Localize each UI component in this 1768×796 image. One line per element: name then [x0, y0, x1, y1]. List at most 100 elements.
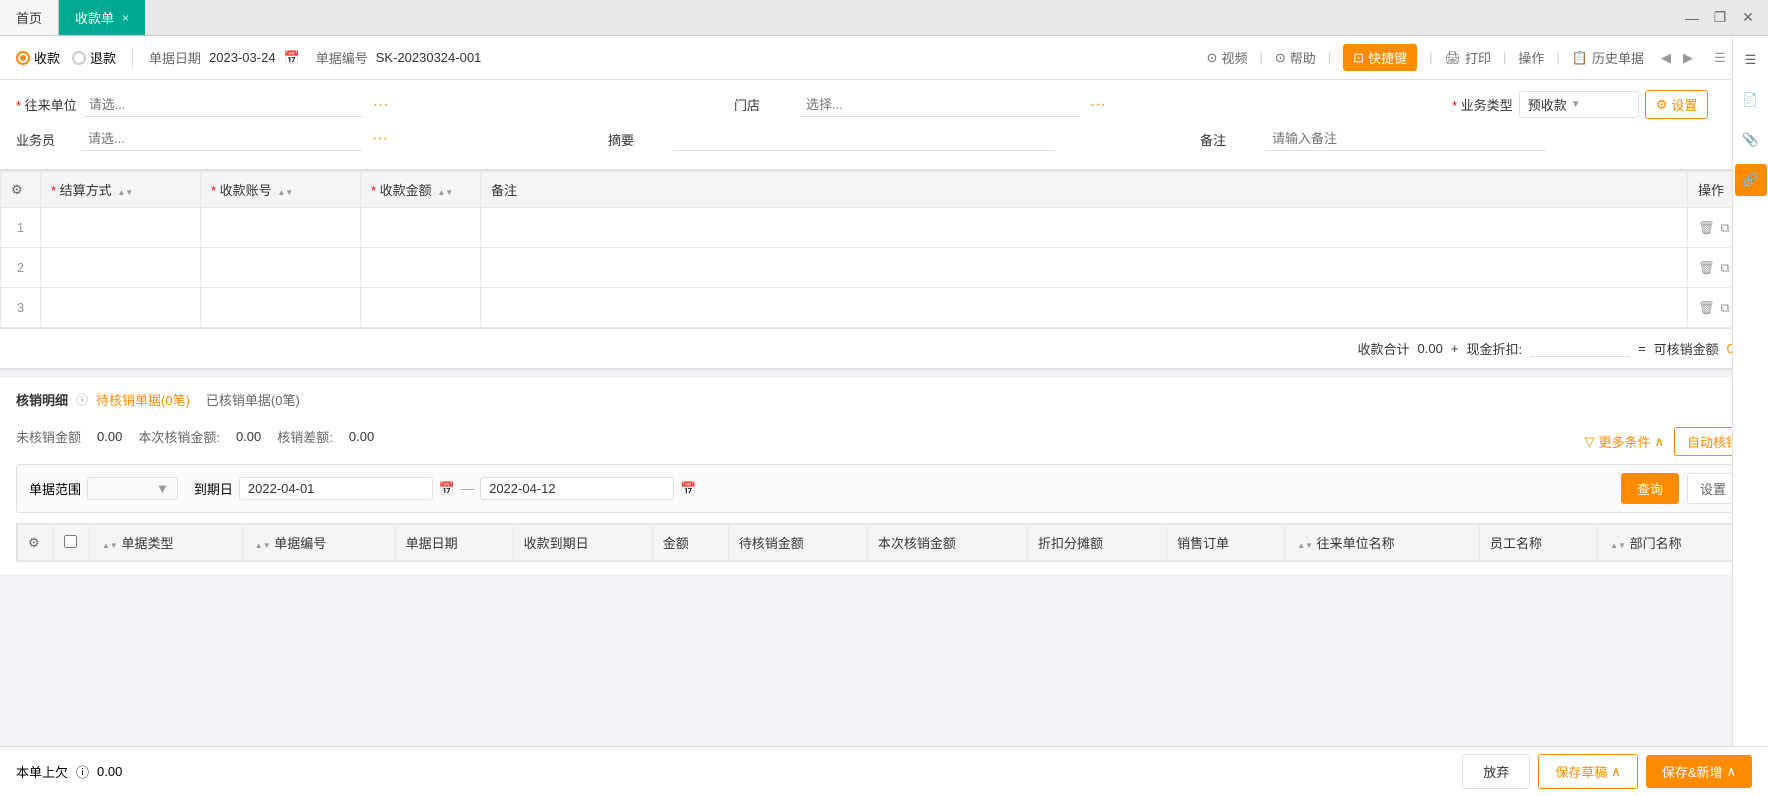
- bottom-table-container: ⚙ ▲▼ 单据类型 ▲▼ 单据编号 单据日期: [16, 523, 1752, 562]
- row-1-remark[interactable]: [481, 208, 1688, 248]
- row-3-amount[interactable]: [361, 288, 481, 328]
- more-conditions-btn[interactable]: ▽ 更多条件 ∧: [1584, 432, 1664, 451]
- biz-type-field: 业务类型 预收款 ▼ ⚙ 设置: [1452, 90, 1752, 119]
- row-1-copy-icon[interactable]: ⧉: [1721, 220, 1730, 236]
- save-new-button[interactable]: 保存&新增 ∧: [1646, 755, 1752, 788]
- bt-settings-icon[interactable]: ⚙: [28, 535, 40, 550]
- bt-col-dept: ▲▼ 部门名称: [1598, 525, 1751, 561]
- select-all-checkbox[interactable]: [64, 535, 77, 548]
- video-btn[interactable]: ⊙ 视频: [1207, 48, 1248, 67]
- verification-info-row: 未核销金额 0.00 本次核销金额: 0.00 核销差额: 0.00: [16, 427, 374, 446]
- row-3-delete-icon[interactable]: 🗑: [1698, 300, 1715, 316]
- store-more-btn[interactable]: ···: [1086, 96, 1110, 114]
- bt-col-checkbox[interactable]: [54, 525, 90, 561]
- range-select[interactable]: ▼: [87, 477, 178, 500]
- table-row: 1 🗑 ⧉: [1, 208, 1768, 248]
- sort-account-icon[interactable]: ▲▼: [277, 189, 293, 197]
- biz-type-select[interactable]: 预收款 ▼: [1519, 91, 1639, 118]
- radio-receipt[interactable]: 收款: [16, 48, 60, 67]
- doc-no-value: SK-20230324-001: [376, 50, 482, 65]
- sort-cp-icon[interactable]: ▲▼: [1297, 542, 1313, 550]
- row-3-copy-icon[interactable]: ⧉: [1721, 300, 1730, 316]
- biz-settings-btn[interactable]: ⚙ 设置: [1645, 90, 1709, 119]
- doc-date-value[interactable]: 2023-03-24: [209, 50, 276, 65]
- salesperson-more-btn[interactable]: ···: [368, 130, 392, 148]
- close-button[interactable]: ✕: [1736, 6, 1760, 30]
- restore-button[interactable]: ❐: [1708, 6, 1732, 30]
- save-draft-button[interactable]: 保存草稿 ∧: [1538, 754, 1638, 789]
- tab-bar: 首页 收款单 × — ❐ ✕: [0, 0, 1768, 36]
- bt-col-settings[interactable]: ⚙: [18, 525, 54, 561]
- discount-input[interactable]: [1530, 341, 1630, 357]
- row-2-copy-icon[interactable]: ⧉: [1721, 260, 1730, 276]
- shortcuts-btn[interactable]: ⊡ 快捷键: [1343, 44, 1417, 71]
- tab-home[interactable]: 首页: [0, 0, 59, 35]
- bt-col-due-date: 收款到期日: [513, 525, 652, 561]
- sidebar-link-icon[interactable]: 🔗: [1735, 164, 1767, 196]
- doc-no-label: 单据编号: [316, 48, 368, 67]
- row-2-amount[interactable]: [361, 248, 481, 288]
- history-icon: 📋: [1572, 50, 1588, 66]
- tab-close-icon[interactable]: ×: [122, 11, 129, 25]
- abandon-button[interactable]: 放弃: [1462, 754, 1530, 789]
- due-date-to[interactable]: [480, 477, 674, 500]
- history-btn[interactable]: 📋 历史单据: [1572, 48, 1644, 67]
- cal-from-icon[interactable]: 📅: [439, 481, 455, 497]
- sidebar-table-icon[interactable]: ☰: [1735, 44, 1767, 76]
- bt-col-doc-type: ▲▼ 单据类型: [90, 525, 243, 561]
- query-btn[interactable]: 查询: [1621, 473, 1679, 504]
- summary-input[interactable]: [674, 127, 1054, 151]
- running-total-info-icon[interactable]: ⓘ: [76, 762, 89, 781]
- sort-settlement-icon[interactable]: ▲▼: [117, 189, 133, 197]
- shortcuts-label: 快捷键: [1368, 48, 1407, 67]
- sort-dept-icon[interactable]: ▲▼: [1610, 542, 1626, 550]
- sidebar-attach-icon[interactable]: 📎: [1735, 124, 1767, 156]
- cal-to-icon[interactable]: 📅: [680, 481, 696, 497]
- tab-receipt[interactable]: 收款单 ×: [59, 0, 145, 35]
- remark-input[interactable]: [1266, 127, 1546, 151]
- sort-amount-icon[interactable]: ▲▼: [437, 189, 453, 197]
- range-field: 单据范围 ▼: [29, 477, 178, 500]
- table-settings-icon[interactable]: ⚙: [11, 182, 23, 197]
- video-label: 视频: [1221, 48, 1247, 67]
- counterparty-more-btn[interactable]: ···: [369, 96, 393, 114]
- row-2-settlement[interactable]: [41, 248, 201, 288]
- help-btn[interactable]: ⊙ 帮助: [1275, 48, 1316, 67]
- radio-refund[interactable]: 退款: [72, 48, 116, 67]
- counterparty-input[interactable]: [83, 93, 363, 117]
- row-2-remark[interactable]: [481, 248, 1688, 288]
- total-label: 收款合计: [1358, 339, 1410, 358]
- list-view-btn[interactable]: ☰: [1710, 48, 1730, 68]
- col-settings[interactable]: ⚙: [1, 172, 41, 208]
- row-1-account[interactable]: [201, 208, 361, 248]
- range-arrow-icon: ▼: [156, 481, 169, 496]
- minimize-button[interactable]: —: [1680, 6, 1704, 30]
- due-date-from[interactable]: [239, 477, 433, 500]
- salesperson-input[interactable]: [82, 127, 362, 151]
- nav-prev[interactable]: ◀: [1656, 48, 1676, 68]
- row-3-account[interactable]: [201, 288, 361, 328]
- tab-done[interactable]: 已核销单据(0笔): [206, 390, 300, 409]
- col-settlement: 结算方式 ▲▼: [41, 172, 201, 208]
- row-2-delete-icon[interactable]: 🗑: [1698, 260, 1715, 276]
- nav-next[interactable]: ▶: [1678, 48, 1698, 68]
- current-label: 本次核销金额:: [138, 427, 220, 446]
- row-2-account[interactable]: [201, 248, 361, 288]
- store-input[interactable]: [800, 93, 1080, 117]
- row-1-delete-icon[interactable]: 🗑: [1698, 220, 1715, 236]
- sidebar-doc-icon[interactable]: 📄: [1735, 84, 1767, 116]
- row-1-settlement[interactable]: [41, 208, 201, 248]
- receipt-table-container: ⚙ 结算方式 ▲▼ 收款账号 ▲▼ 收款金额 ▲▼ 备注: [0, 170, 1768, 329]
- tab-pending[interactable]: 待核销单据(0笔): [96, 390, 190, 409]
- window-controls: — ❐ ✕: [1680, 6, 1768, 30]
- row-3-settlement[interactable]: [41, 288, 201, 328]
- print-btn[interactable]: 🖨 打印: [1444, 48, 1491, 67]
- info-icon[interactable]: ⓘ: [76, 391, 88, 408]
- row-1-amount[interactable]: [361, 208, 481, 248]
- sort-dt-icon[interactable]: ▲▼: [102, 542, 118, 550]
- sort-dn-icon[interactable]: ▲▼: [255, 542, 271, 550]
- operations-btn[interactable]: 操作: [1518, 48, 1544, 67]
- calendar-icon[interactable]: 📅: [284, 50, 300, 66]
- row-3-remark[interactable]: [481, 288, 1688, 328]
- verification-search-form: 单据范围 ▼ 到期日 📅 — 📅 查询 设置: [16, 464, 1752, 513]
